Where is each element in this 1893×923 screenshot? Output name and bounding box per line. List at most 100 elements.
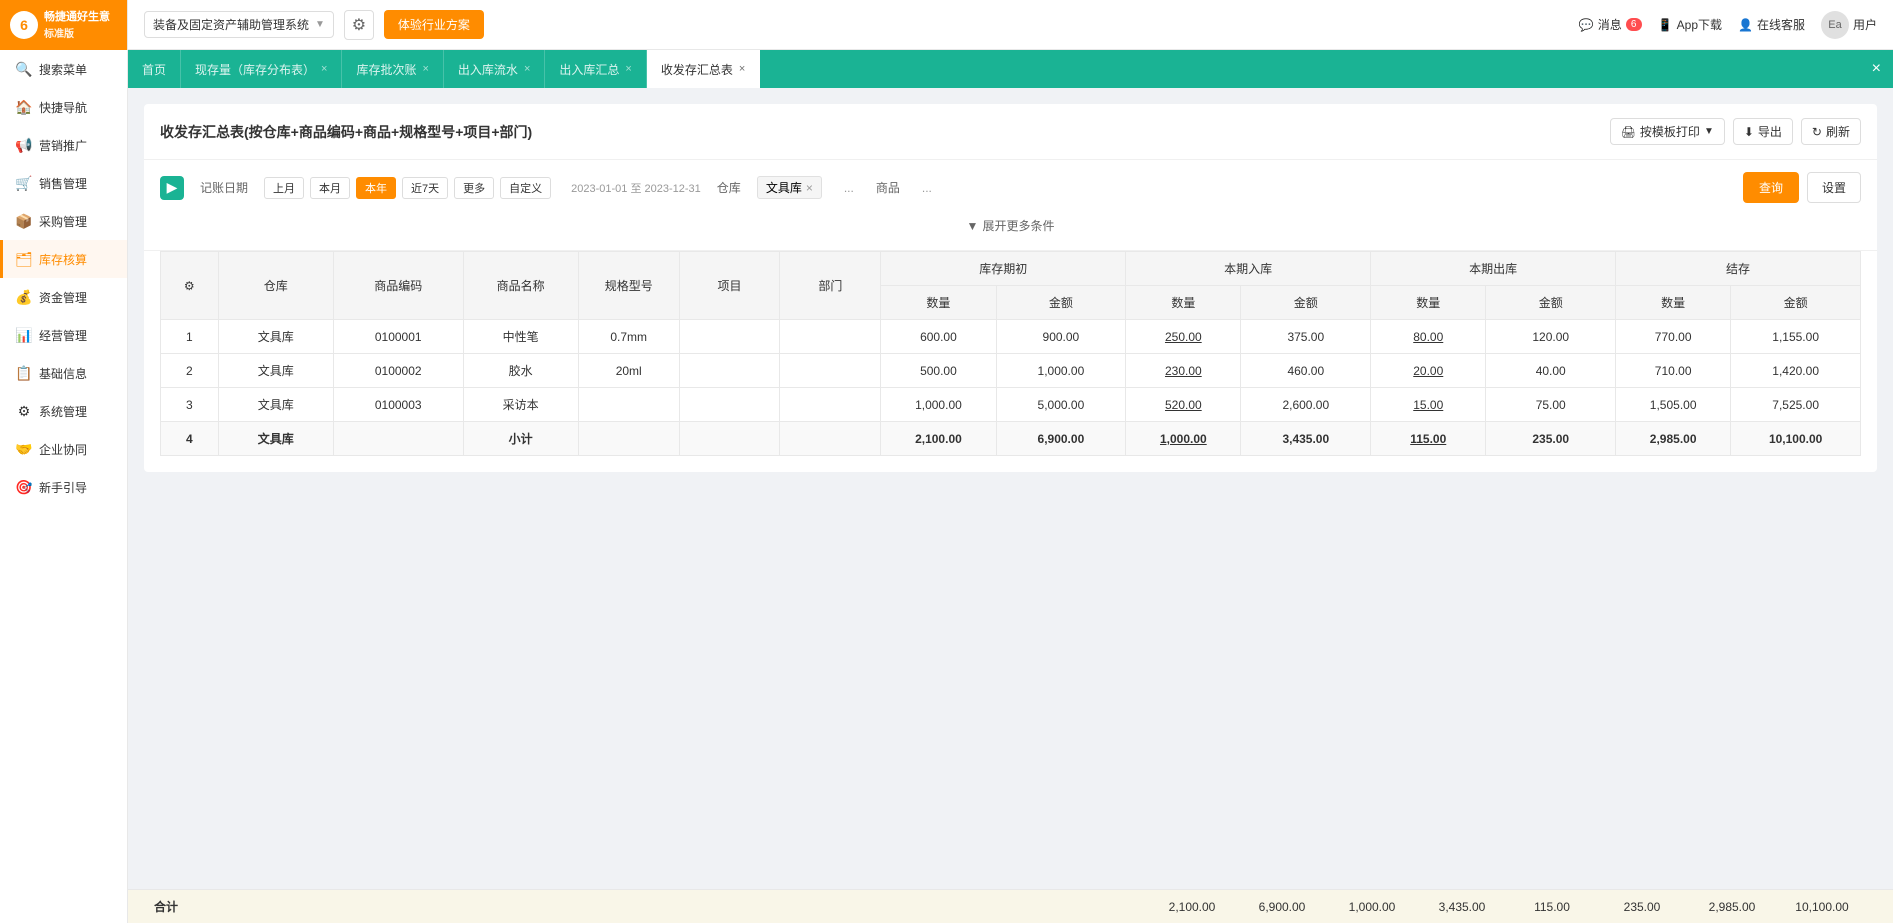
cell-in-qty[interactable]: 1,000.00 xyxy=(1126,422,1241,456)
sidebar-item-enterprise[interactable]: 🤝 企业协同 xyxy=(0,430,127,468)
service-icon: 👤 xyxy=(1738,18,1753,32)
topbar-settings-button[interactable]: ⚙ xyxy=(344,10,374,40)
close-all-tabs-button[interactable]: × xyxy=(1860,50,1893,88)
cell-no: 2 xyxy=(161,354,219,388)
warehouse-more-button[interactable]: ... xyxy=(838,179,860,197)
cell-out-qty[interactable]: 80.00 xyxy=(1371,320,1486,354)
tab-close-stock-dist[interactable]: × xyxy=(321,63,327,75)
tab-batch-ledger[interactable]: 库存批次账 × xyxy=(342,50,443,88)
date-btn-cur-year[interactable]: 本年 xyxy=(356,177,396,199)
cell-out-qty[interactable]: 20.00 xyxy=(1371,354,1486,388)
table-settings-icon[interactable]: ⚙ xyxy=(184,279,195,293)
topbar: 装备及固定资产辅助管理系统 ▼ ⚙ 体验行业方案 💬 消息 6 📱 App下载 … xyxy=(128,0,1893,50)
tab-receipt-summary[interactable]: 收发存汇总表 × xyxy=(647,50,760,88)
cell-spec xyxy=(578,388,679,422)
th-settings[interactable]: ⚙ xyxy=(161,252,219,320)
filter-toggle-button[interactable]: ▶ xyxy=(160,176,184,200)
sidebar-item-finance[interactable]: 💰 资金管理 xyxy=(0,278,127,316)
goods-more-button[interactable]: ... xyxy=(916,179,938,197)
sidebar-item-quick-nav[interactable]: 🏠 快捷导航 xyxy=(0,88,127,126)
export-button[interactable]: ⬇ 导出 xyxy=(1733,118,1793,145)
th-out-group: 本期出库 xyxy=(1371,252,1616,286)
cell-opening-amt: 1,000.00 xyxy=(996,354,1126,388)
date-btn-prev-month[interactable]: 上月 xyxy=(264,177,304,199)
sidebar-item-marketing[interactable]: 📢 营销推广 xyxy=(0,126,127,164)
warehouse-tag: 文具库 × xyxy=(757,176,822,199)
warehouse-tag-close[interactable]: × xyxy=(806,181,813,195)
topbar-left: 装备及固定资产辅助管理系统 ▼ ⚙ 体验行业方案 xyxy=(144,10,484,40)
sidebar-item-search[interactable]: 🔍 搜索菜单 xyxy=(0,50,127,88)
tab-close-receipt-summary[interactable]: × xyxy=(739,63,745,75)
cell-out-qty[interactable]: 15.00 xyxy=(1371,388,1486,422)
tab-in-out-flow[interactable]: 出入库流水 × xyxy=(444,50,545,88)
messages-button[interactable]: 💬 消息 6 xyxy=(1579,16,1642,33)
date-btn-custom[interactable]: 自定义 xyxy=(500,177,551,199)
cell-closing-qty: 2,985.00 xyxy=(1616,422,1731,456)
filter-settings-button[interactable]: 设置 xyxy=(1807,172,1861,203)
footer-closing-qty: 2,985.00 xyxy=(1687,900,1777,914)
cell-opening-qty: 1,000.00 xyxy=(881,388,996,422)
system-icon: ⚙ xyxy=(15,402,33,420)
cell-warehouse: 文具库 xyxy=(218,388,333,422)
tab-close-in-out-summary[interactable]: × xyxy=(625,63,631,75)
cell-in-qty[interactable]: 520.00 xyxy=(1126,388,1241,422)
cell-out-amt: 235.00 xyxy=(1486,422,1616,456)
sidebar-item-basic-info[interactable]: 📋 基础信息 xyxy=(0,354,127,392)
experience-button[interactable]: 体验行业方案 xyxy=(384,10,484,39)
sidebar-item-purchase[interactable]: 📦 采购管理 xyxy=(0,202,127,240)
cell-dept xyxy=(780,354,881,388)
footer-in-amt: 3,435.00 xyxy=(1417,900,1507,914)
cell-warehouse: 文具库 xyxy=(218,354,333,388)
date-btn-more[interactable]: 更多 xyxy=(454,177,494,199)
cell-out-qty[interactable]: 115.00 xyxy=(1371,422,1486,456)
tab-stock-dist[interactable]: 现存量（库存分布表） × xyxy=(181,50,342,88)
enterprise-icon: 🤝 xyxy=(15,440,33,458)
cell-in-qty[interactable]: 230.00 xyxy=(1126,354,1241,388)
cell-in-amt: 2,600.00 xyxy=(1241,388,1371,422)
footer-opening-amt: 6,900.00 xyxy=(1237,900,1327,914)
tab-close-batch-ledger[interactable]: × xyxy=(422,63,428,75)
cell-spec xyxy=(578,422,679,456)
cell-warehouse: 文具库 xyxy=(218,320,333,354)
date-btn-7days[interactable]: 近7天 xyxy=(402,177,448,199)
th-opening-amt: 金额 xyxy=(996,286,1126,320)
tab-home[interactable]: 首页 xyxy=(128,50,181,88)
expand-conditions-button[interactable]: ▼ 展开更多条件 xyxy=(160,213,1861,238)
table-container: ⚙ 仓库 商品编码 商品名称 规格型号 项目 部门 库存期初 本期入库 本期出库… xyxy=(144,251,1877,472)
user-menu-button[interactable]: Ea 用户 xyxy=(1821,11,1877,39)
search-button[interactable]: 查询 xyxy=(1743,172,1799,203)
sidebar-item-sales[interactable]: 🛒 销售管理 xyxy=(0,164,127,202)
cell-in-amt: 3,435.00 xyxy=(1241,422,1371,456)
sidebar-item-system[interactable]: ⚙ 系统管理 xyxy=(0,392,127,430)
cell-opening-qty: 600.00 xyxy=(881,320,996,354)
cell-out-amt: 40.00 xyxy=(1486,354,1616,388)
basic-info-icon: 📋 xyxy=(15,364,33,382)
th-in-amt: 金额 xyxy=(1241,286,1371,320)
th-code: 商品编码 xyxy=(333,252,463,320)
app-title: 畅捷通好生意 xyxy=(44,10,110,24)
cell-in-qty[interactable]: 250.00 xyxy=(1126,320,1241,354)
goods-filter-label: 商品 xyxy=(876,179,900,196)
tab-in-out-summary[interactable]: 出入库汇总 × xyxy=(545,50,646,88)
sidebar-item-beginner[interactable]: 🎯 新手引导 xyxy=(0,468,127,506)
sidebar-item-operations[interactable]: 📊 经营管理 xyxy=(0,316,127,354)
system-selector[interactable]: 装备及固定资产辅助管理系统 ▼ xyxy=(144,11,334,38)
marketing-icon: 📢 xyxy=(15,136,33,154)
cell-name: 小计 xyxy=(463,422,578,456)
page-title: 收发存汇总表(按仓库+商品编码+商品+规格型号+项目+部门) xyxy=(160,122,532,142)
cell-project xyxy=(679,320,780,354)
cell-warehouse: 文具库 xyxy=(218,422,333,456)
th-opening-group: 库存期初 xyxy=(881,252,1126,286)
system-name-label: 装备及固定资产辅助管理系统 xyxy=(153,16,309,33)
sidebar-item-inventory[interactable]: 🗂 库存核算 xyxy=(0,240,127,278)
cell-code xyxy=(333,422,463,456)
tab-close-in-out-flow[interactable]: × xyxy=(524,63,530,75)
date-btn-cur-month[interactable]: 本月 xyxy=(310,177,350,199)
refresh-button[interactable]: ↻ 刷新 xyxy=(1801,118,1861,145)
th-closing-group: 结存 xyxy=(1616,252,1861,286)
print-button[interactable]: 🖨 按模板打印 ▼ xyxy=(1610,118,1725,145)
export-icon: ⬇ xyxy=(1744,125,1754,139)
app-download-button[interactable]: 📱 App下载 xyxy=(1658,16,1722,33)
cell-opening-qty: 500.00 xyxy=(881,354,996,388)
online-service-button[interactable]: 👤 在线客服 xyxy=(1738,16,1805,33)
